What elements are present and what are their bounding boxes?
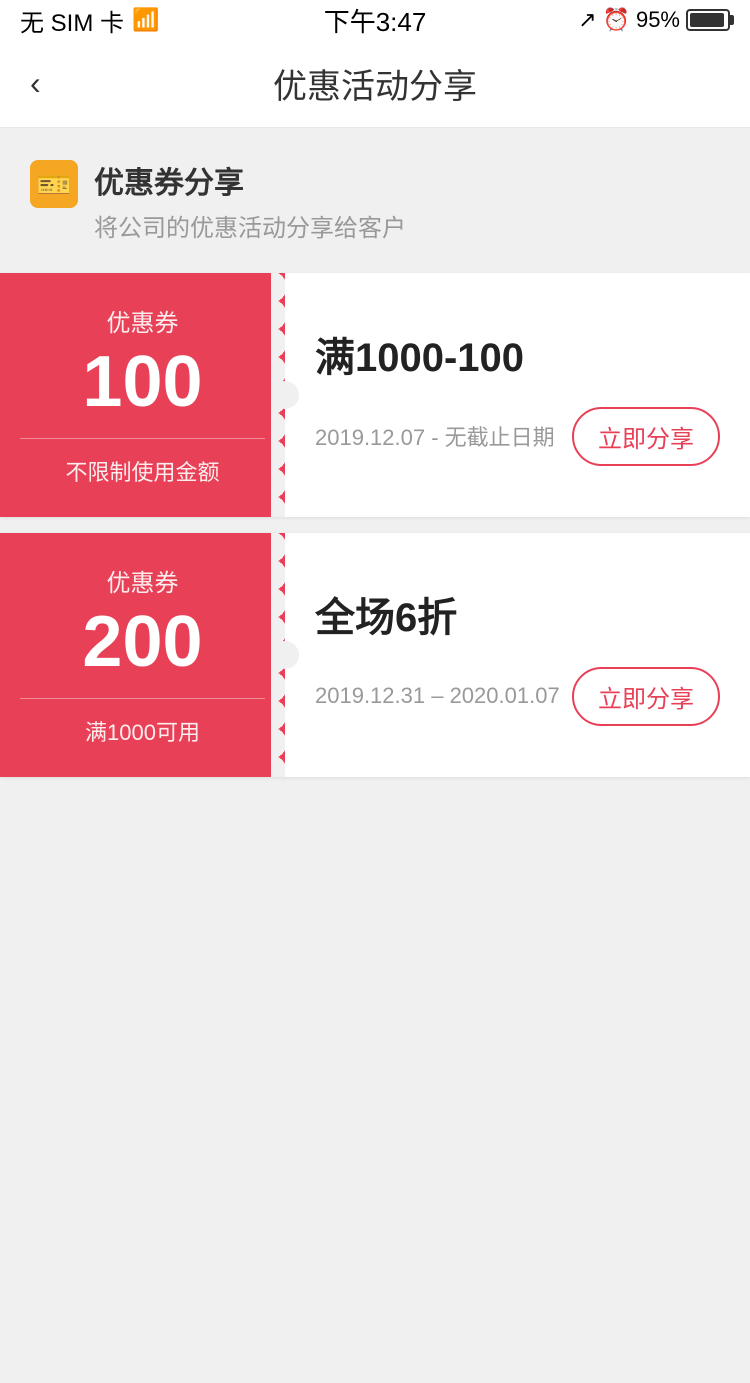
nav-bar: ‹ 优惠活动分享 xyxy=(0,40,750,128)
bottom-area xyxy=(0,803,750,1383)
coupon-name-1: 满1000-100 xyxy=(315,325,720,383)
section-header: 🎫 优惠券分享 将公司的优惠活动分享给客户 xyxy=(0,128,750,263)
coupon-amount-2: 200 xyxy=(82,606,202,678)
battery-icon xyxy=(686,9,730,31)
coupon-amount-1: 100 xyxy=(82,346,202,418)
wifi-icon: 📶 xyxy=(132,7,159,33)
back-button[interactable]: ‹ xyxy=(30,65,41,102)
section-title: 优惠券分享 xyxy=(94,158,406,202)
coupon-label-1: 优惠券 xyxy=(107,303,179,338)
coupon-bottom-row-2: 2019.12.31 – 2020.01.07 立即分享 xyxy=(315,667,720,726)
battery-text: 95% xyxy=(636,7,680,33)
coupon-card-1: 优惠券 100 不限制使用金额 满1000-100 2019.12.07 - 无… xyxy=(0,273,750,517)
coupon-section-icon: 🎫 xyxy=(30,160,78,208)
status-bar: 无 SIM 卡 📶 下午3:47 ↗ ⏰ 95% xyxy=(0,0,750,40)
status-time: 下午3:47 xyxy=(324,2,427,39)
coupon-left-2: 优惠券 200 满1000可用 xyxy=(0,533,285,777)
coupons-list: 优惠券 100 不限制使用金额 满1000-100 2019.12.07 - 无… xyxy=(0,263,750,803)
alarm-icon: ⏰ xyxy=(603,7,630,33)
coupon-card-2: 优惠券 200 满1000可用 全场6折 2019.12.31 – 2020.0… xyxy=(0,533,750,777)
coupon-right-2: 全场6折 2019.12.31 – 2020.01.07 立即分享 xyxy=(285,533,750,777)
share-button-1[interactable]: 立即分享 xyxy=(572,407,720,466)
status-right: ↗ ⏰ 95% xyxy=(578,7,730,33)
coupon-condition-1: 不限制使用金额 xyxy=(20,438,265,487)
coupon-name-2: 全场6折 xyxy=(315,585,720,643)
coupon-right-1: 满1000-100 2019.12.07 - 无截止日期 立即分享 xyxy=(285,273,750,517)
section-subtitle: 将公司的优惠活动分享给客户 xyxy=(94,208,406,243)
status-left: 无 SIM 卡 📶 xyxy=(20,3,159,38)
coupon-bottom-row-1: 2019.12.07 - 无截止日期 立即分享 xyxy=(315,407,720,466)
coupon-date-1: 2019.12.07 - 无截止日期 xyxy=(315,420,555,452)
coupon-date-2: 2019.12.31 – 2020.01.07 xyxy=(315,683,560,709)
location-icon: ↗ xyxy=(578,7,596,33)
coupon-condition-2: 满1000可用 xyxy=(20,698,265,747)
coupon-left-1: 优惠券 100 不限制使用金额 xyxy=(0,273,285,517)
carrier-text: 无 SIM 卡 xyxy=(20,3,124,38)
section-text-group: 优惠券分享 将公司的优惠活动分享给客户 xyxy=(94,158,406,243)
share-button-2[interactable]: 立即分享 xyxy=(572,667,720,726)
page-title: 优惠活动分享 xyxy=(273,59,477,108)
coupon-label-2: 优惠券 xyxy=(107,563,179,598)
